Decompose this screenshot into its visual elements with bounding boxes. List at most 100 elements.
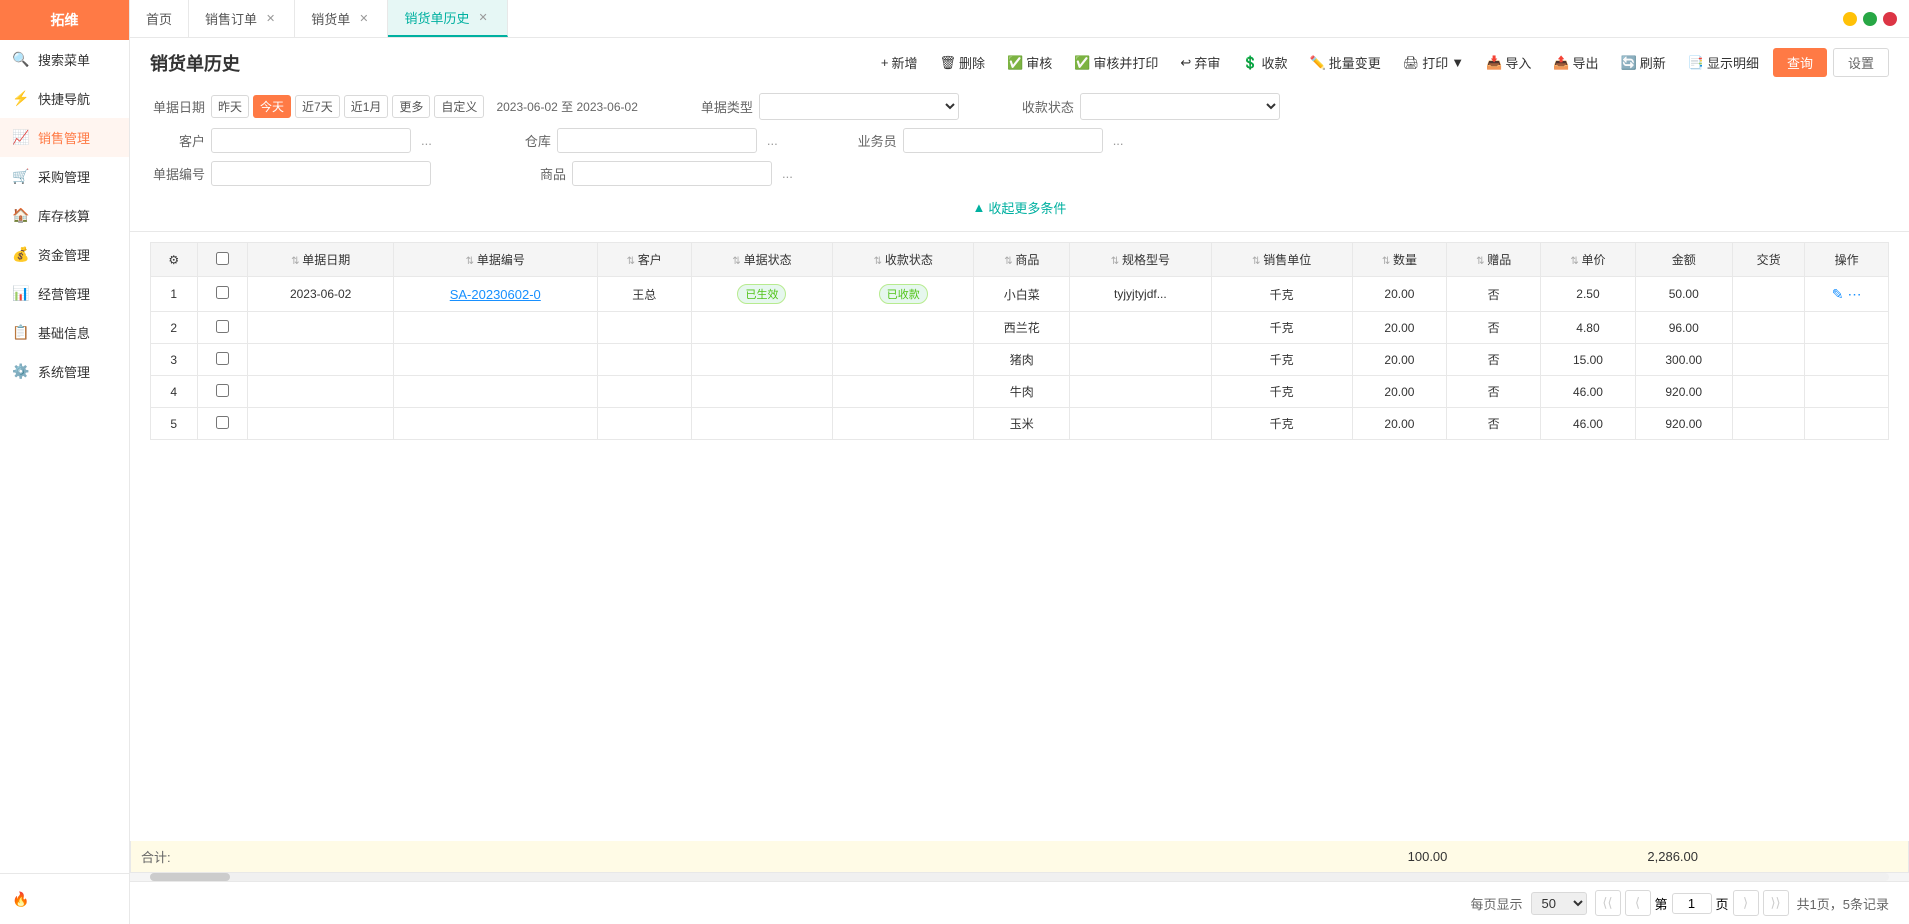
customer-dots[interactable]: ...	[417, 131, 436, 150]
row-qty: 20.00	[1352, 408, 1446, 440]
th-order-status[interactable]: 单据状态	[691, 243, 832, 277]
date-custom[interactable]: 自定义	[434, 95, 484, 118]
row-select-checkbox[interactable]	[216, 286, 229, 299]
row-order-no[interactable]: SA-20230602-0	[393, 277, 597, 312]
th-delivery[interactable]: 交货	[1732, 243, 1804, 277]
sidebar-item-sales-mgmt[interactable]: 📈 销售管理	[0, 118, 129, 157]
th-gift[interactable]: 赠品	[1447, 243, 1541, 277]
tab-delivery-history-close[interactable]: ✕	[476, 10, 491, 25]
tab-delivery[interactable]: 销货单 ✕	[295, 0, 388, 37]
th-amount[interactable]: 金额	[1635, 243, 1732, 277]
setting-button[interactable]: 设置	[1833, 48, 1889, 77]
date-today[interactable]: 今天	[253, 95, 291, 118]
tab-delivery-close[interactable]: ✕	[356, 11, 371, 26]
sidebar-item-system-mgmt[interactable]: ⚙️ 系统管理	[0, 352, 129, 391]
collapse-button[interactable]: ▲ 收起更多条件	[969, 194, 1071, 221]
row-order-no[interactable]	[393, 408, 597, 440]
date-yesterday[interactable]: 昨天	[211, 95, 249, 118]
tab-home[interactable]: 首页	[130, 0, 189, 37]
row-customer	[597, 408, 691, 440]
sidebar-item-search-menu[interactable]: 🔍 搜索菜单	[0, 40, 129, 79]
page-next-btn[interactable]: ⟩	[1733, 890, 1759, 916]
sidebar-item-base-info[interactable]: 📋 基础信息	[0, 313, 129, 352]
select-all-checkbox[interactable]	[216, 252, 229, 265]
tab-delivery-history-label: 销货单历史	[404, 8, 469, 27]
page-last-btn[interactable]: ⟩⟩	[1763, 890, 1789, 916]
warehouse-input[interactable]	[557, 128, 757, 153]
page-number-input[interactable]	[1672, 893, 1712, 914]
row-order-no[interactable]	[393, 344, 597, 376]
scrollbar-thumb[interactable]	[150, 873, 230, 881]
row-select-checkbox[interactable]	[216, 416, 229, 429]
date-7days[interactable]: 近7天	[295, 95, 340, 118]
date-1month[interactable]: 近1月	[344, 95, 389, 118]
row-checkbox[interactable]	[197, 376, 248, 408]
th-checkbox[interactable]	[197, 243, 248, 277]
salesperson-dots[interactable]: ...	[1109, 131, 1128, 150]
row-select-checkbox[interactable]	[216, 352, 229, 365]
th-qty[interactable]: 数量	[1352, 243, 1446, 277]
th-order-no[interactable]: 单据编号	[393, 243, 597, 277]
order-no-link[interactable]: SA-20230602-0	[450, 287, 541, 302]
type-select[interactable]	[759, 93, 959, 120]
th-price[interactable]: 单价	[1541, 243, 1635, 277]
row-select-checkbox[interactable]	[216, 384, 229, 397]
order-no-input[interactable]	[211, 161, 431, 186]
sidebar-item-purchase-mgmt[interactable]: 🛒 采购管理	[0, 157, 129, 196]
th-spec[interactable]: 规格型号	[1070, 243, 1211, 277]
th-settings[interactable]: ⚙	[151, 243, 198, 277]
th-unit[interactable]: 销售单位	[1211, 243, 1352, 277]
new-button[interactable]: + 新增	[873, 49, 926, 76]
row-checkbox[interactable]	[197, 312, 248, 344]
product-input[interactable]	[572, 161, 772, 186]
audit-button[interactable]: ✅ 审核	[999, 49, 1060, 76]
th-customer[interactable]: 客户	[597, 243, 691, 277]
page-size-select[interactable]: 50 100 200	[1531, 892, 1587, 915]
row-order-no[interactable]	[393, 376, 597, 408]
row-checkbox[interactable]	[197, 277, 248, 312]
row-select-checkbox[interactable]	[216, 320, 229, 333]
row-checkbox[interactable]	[197, 344, 248, 376]
payment-label: 收款状态	[1019, 97, 1074, 116]
customer-input[interactable]	[211, 128, 411, 153]
sidebar-item-quick-nav[interactable]: ⚡ 快捷导航	[0, 79, 129, 118]
collect-button[interactable]: 💲 收款	[1234, 49, 1295, 76]
th-pay-status[interactable]: 收款状态	[833, 243, 974, 277]
salesperson-input[interactable]	[903, 128, 1103, 153]
discard-button[interactable]: ↩ 弃审	[1172, 49, 1228, 76]
sidebar-item-business-mgmt[interactable]: 📊 经营管理	[0, 274, 129, 313]
row-price: 2.50	[1541, 277, 1635, 312]
batch-change-button[interactable]: ✏️ 批量变更	[1302, 49, 1389, 76]
date-more[interactable]: 更多	[392, 95, 430, 118]
refresh-button[interactable]: 🔄 刷新	[1613, 49, 1674, 76]
sidebar-item-finance-mgmt[interactable]: 💰 资金管理	[0, 235, 129, 274]
payment-select[interactable]	[1080, 93, 1280, 120]
th-date[interactable]: 单据日期	[248, 243, 394, 277]
audit-print-button[interactable]: ✅ 审核并打印	[1066, 49, 1166, 76]
print-button[interactable]: 🖨 打印 ▼	[1395, 49, 1472, 76]
window-minimize[interactable]	[1843, 12, 1857, 26]
header-row: ⚙ 单据日期 单据编号 客户 单据状态 收款状态 商品 规格型号 销售单位 数量…	[151, 243, 1889, 277]
query-button[interactable]: 查询	[1773, 48, 1827, 77]
tab-sales-order[interactable]: 销售订单 ✕	[189, 0, 295, 37]
window-maximize[interactable]	[1863, 12, 1877, 26]
export-button[interactable]: 📤 导出	[1545, 49, 1606, 76]
warehouse-dots[interactable]: ...	[763, 131, 782, 150]
tab-delivery-history[interactable]: 销货单历史 ✕	[388, 0, 507, 37]
row-order-no[interactable]	[393, 312, 597, 344]
more-action-icon[interactable]: ⋯	[1848, 286, 1862, 303]
th-product[interactable]: 商品	[974, 243, 1070, 277]
page-prev-btn[interactable]: ⟨	[1625, 890, 1651, 916]
window-close[interactable]	[1883, 12, 1897, 26]
show-detail-button[interactable]: 📑 显示明细	[1680, 49, 1767, 76]
delete-button[interactable]: 🗑 删除	[931, 49, 993, 76]
sidebar-bottom-btn1[interactable]: 🔥	[0, 882, 129, 916]
import-button[interactable]: 📥 导入	[1478, 49, 1539, 76]
horizontal-scrollbar[interactable]	[150, 873, 1889, 881]
tab-sales-order-close[interactable]: ✕	[263, 11, 278, 26]
page-first-btn[interactable]: ⟨⟨	[1595, 890, 1621, 916]
row-checkbox[interactable]	[197, 408, 248, 440]
product-dots[interactable]: ...	[778, 164, 797, 183]
sidebar-item-inventory[interactable]: 🏠 库存核算	[0, 196, 129, 235]
edit-action-icon[interactable]: ✎	[1832, 286, 1844, 303]
